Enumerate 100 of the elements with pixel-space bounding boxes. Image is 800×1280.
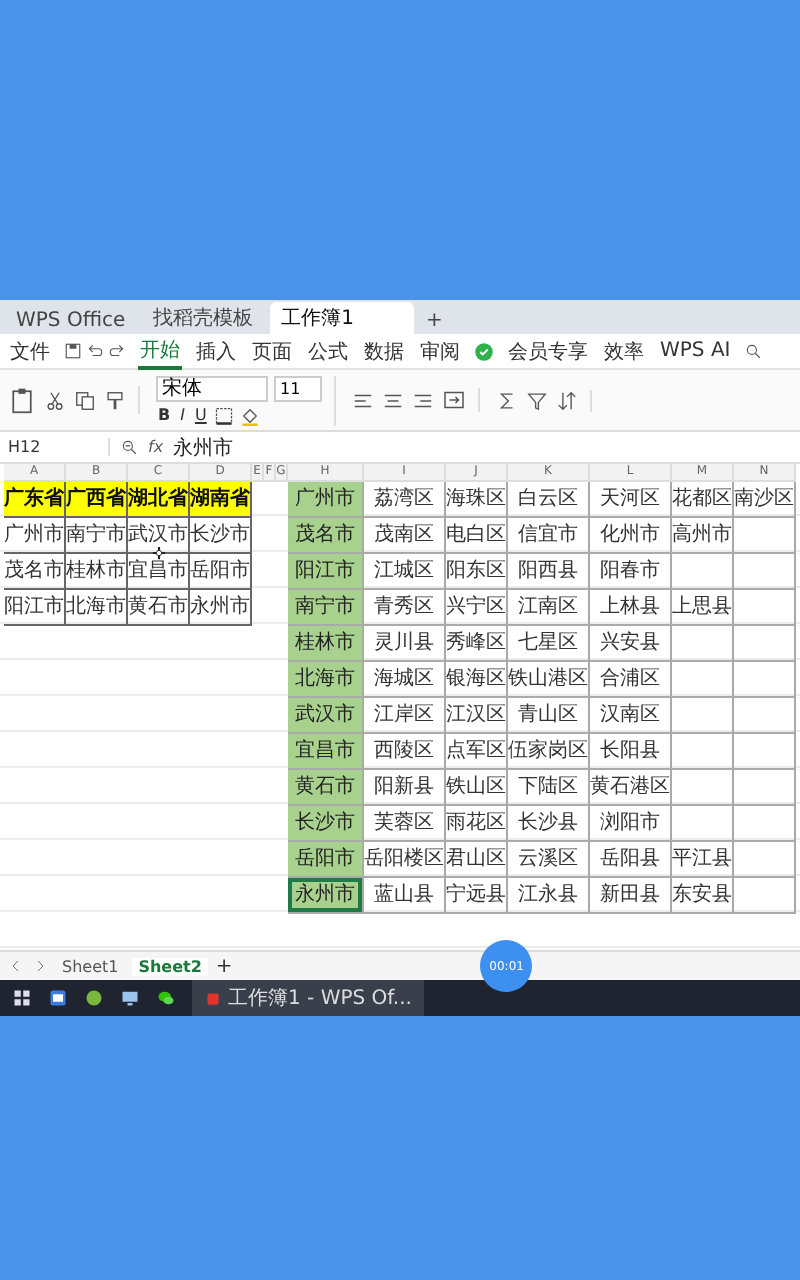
window-title: 工作簿1 - WPS Of...	[228, 986, 412, 1012]
cloud-sync-icon[interactable]	[474, 341, 494, 361]
empty-cell	[734, 662, 796, 698]
table-cell: 广州市	[288, 482, 364, 518]
table-cell: 永州市	[288, 878, 364, 914]
chat-icon[interactable]	[156, 988, 176, 1008]
border-icon[interactable]	[214, 405, 235, 425]
table-cell: 永州市	[190, 590, 252, 626]
text-style-button[interactable]: I	[178, 405, 187, 425]
header-cell: 湖南省	[190, 482, 252, 518]
table-cell: 江城区	[364, 554, 446, 590]
align-left-icon[interactable]	[352, 389, 374, 411]
table-cell: 云溪区	[508, 842, 590, 878]
new-tab-button[interactable]: +	[418, 308, 451, 334]
sheet-tab[interactable]: Sheet1	[56, 957, 125, 975]
table-cell: 阳西县	[508, 554, 590, 590]
menu-tab[interactable]: 数据	[362, 335, 406, 367]
monitor-icon[interactable]	[120, 988, 140, 1008]
font-size-dropdown[interactable]: 11	[274, 375, 322, 401]
arrow-right-icon[interactable]	[32, 958, 48, 974]
app-icon	[204, 989, 222, 1007]
filter-icon[interactable]	[526, 389, 548, 411]
document-tab[interactable]: 找稻壳模板	[141, 302, 266, 334]
table-cell: 黄石市	[128, 590, 190, 626]
empty-cell	[734, 806, 796, 842]
window-icon[interactable]	[48, 988, 68, 1008]
table-cell: 桂林市	[66, 554, 128, 590]
table-cell: 阳春市	[590, 554, 672, 590]
table-cell: 岳阳县	[590, 842, 672, 878]
menu-tab[interactable]: 会员专享	[506, 335, 590, 367]
table-cell: 电白区	[446, 518, 508, 554]
table-cell: 青山区	[508, 698, 590, 734]
table-cell: 宜昌市	[128, 554, 190, 590]
table-cell: 东安县	[672, 878, 734, 914]
align-right-icon[interactable]	[412, 389, 434, 411]
redo-icon[interactable]	[108, 342, 126, 360]
table-cell: 南宁市	[66, 518, 128, 554]
empty-cell	[734, 518, 796, 554]
sort-icon[interactable]	[556, 389, 578, 411]
menu-tab[interactable]: 页面	[250, 335, 294, 367]
table-cell: 阳江市	[288, 554, 364, 590]
table-cell: 海珠区	[446, 482, 508, 518]
cursor-icon	[152, 546, 166, 560]
table-cell: 天河区	[590, 482, 672, 518]
header-cell: 湖北省	[128, 482, 190, 518]
table-cell: 白云区	[508, 482, 590, 518]
empty-cell	[734, 698, 796, 734]
table-cell: 信宜市	[508, 518, 590, 554]
empty-cell	[672, 626, 734, 662]
clipboard-icon[interactable]	[8, 386, 36, 414]
save-icon[interactable]	[64, 342, 82, 360]
table-cell: 汉南区	[590, 698, 672, 734]
menu-tab[interactable]: 审阅	[418, 335, 462, 367]
empty-cell	[734, 626, 796, 662]
menu-tab[interactable]: 插入	[194, 335, 238, 367]
table-cell: 南沙区	[734, 482, 796, 518]
table-cell: 银海区	[446, 662, 508, 698]
align-center-icon[interactable]	[382, 389, 404, 411]
table-cell: 荔湾区	[364, 482, 446, 518]
table-cell: 茂名市	[4, 554, 66, 590]
sum-icon[interactable]	[496, 389, 518, 411]
document-tab[interactable]: 工作簿1	[269, 302, 415, 334]
table-cell: 武汉市	[288, 698, 364, 734]
circle-app-icon[interactable]	[84, 988, 104, 1008]
empty-cell	[672, 806, 734, 842]
start-icon[interactable]	[12, 988, 32, 1008]
sheet-tab[interactable]: Sheet2	[132, 957, 208, 975]
menu-tab[interactable]: 文件	[8, 335, 52, 367]
table-cell: 长沙县	[508, 806, 590, 842]
formula-field[interactable]: 永州市	[173, 433, 792, 461]
cell-reference-field[interactable]: H12	[8, 438, 110, 456]
table-cell: 芙蓉区	[364, 806, 446, 842]
menu-tab[interactable]: WPS AI	[658, 338, 733, 364]
add-sheet-button[interactable]: +	[215, 955, 233, 977]
empty-cell	[734, 554, 796, 590]
table-cell: 长沙市	[190, 518, 252, 554]
table-cell: 下陆区	[508, 770, 590, 806]
undo-icon[interactable]	[86, 342, 104, 360]
empty-cell	[734, 842, 796, 878]
taskbar-window-button[interactable]: 工作簿1 - WPS Of...	[192, 980, 424, 1016]
text-style-button[interactable]: U	[192, 405, 209, 425]
arrow-left-icon[interactable]	[8, 958, 24, 974]
search-icon[interactable]	[744, 342, 763, 360]
brush-icon[interactable]	[104, 389, 126, 411]
menu-tab[interactable]: 公式	[306, 335, 350, 367]
menu-tab[interactable]: 效率	[602, 335, 646, 367]
zoom-out-icon[interactable]	[120, 438, 138, 456]
merge-icon[interactable]	[442, 388, 466, 412]
table-cell: 雨花区	[446, 806, 508, 842]
table-cell: 合浦区	[590, 662, 672, 698]
empty-cell	[734, 878, 796, 914]
scissors-icon[interactable]	[44, 389, 66, 411]
table-cell: 铁山区	[446, 770, 508, 806]
document-tab[interactable]: WPS Office	[4, 308, 138, 334]
text-style-button[interactable]: B	[156, 405, 173, 425]
table-cell: 江岸区	[364, 698, 446, 734]
empty-cell	[672, 698, 734, 734]
font-name-dropdown[interactable]: 宋体	[156, 375, 268, 401]
copy-icon[interactable]	[74, 389, 96, 411]
function-label[interactable]: fx	[148, 438, 164, 456]
